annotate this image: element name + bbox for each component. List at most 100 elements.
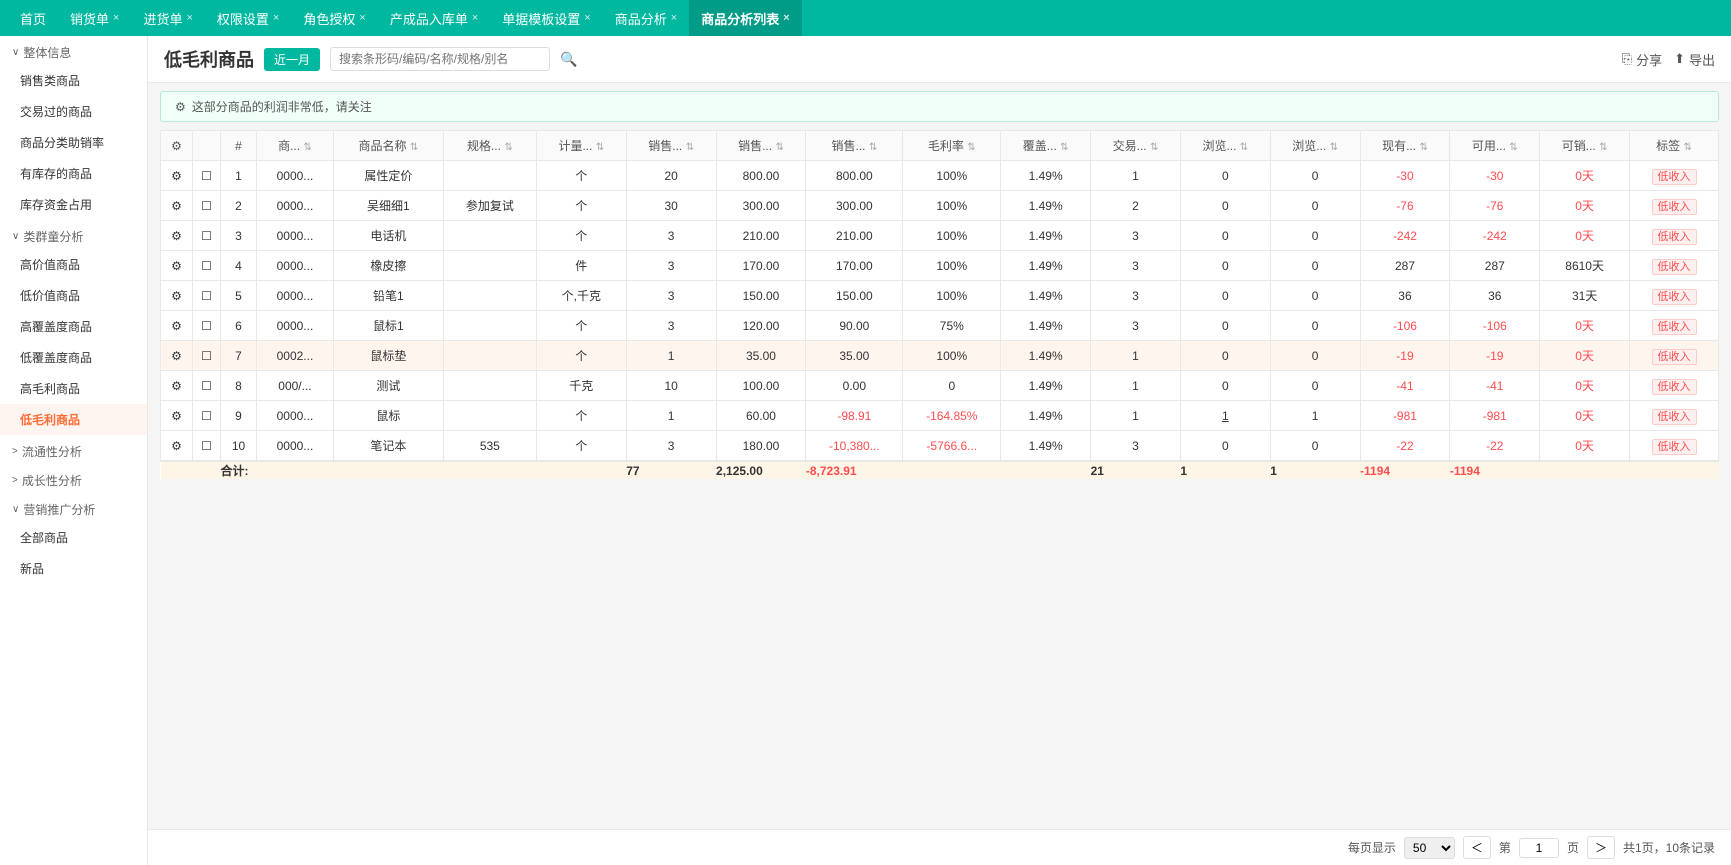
view-link[interactable]: 1 xyxy=(1222,409,1229,423)
nav-item-首页[interactable]: 首页 xyxy=(8,0,58,36)
nav-item-角色授权[interactable]: 角色授权× xyxy=(291,0,377,36)
current-stock: 287 xyxy=(1360,251,1450,281)
nav-item-商品分析列表[interactable]: 商品分析列表× xyxy=(689,0,801,36)
col-header-code[interactable]: 商... ⇅ xyxy=(257,131,334,161)
row-num: 3 xyxy=(221,221,257,251)
sidebar-item-全部商品[interactable]: 全部商品 xyxy=(0,522,147,553)
settings-icon[interactable]: ⚙ xyxy=(161,401,193,431)
view1: 0 xyxy=(1180,191,1270,221)
row-checkbox[interactable]: ☐ xyxy=(193,401,221,431)
sales-amount: 0.00 xyxy=(806,371,903,401)
row-checkbox[interactable]: ☐ xyxy=(193,341,221,371)
row-checkbox[interactable]: ☐ xyxy=(193,221,221,251)
sidebar-item-高毛利商品[interactable]: 高毛利商品 xyxy=(0,373,147,404)
row-checkbox[interactable]: ☐ xyxy=(193,431,221,462)
col-header-sales_price[interactable]: 销售... ⇅ xyxy=(716,131,806,161)
row-checkbox[interactable]: ☐ xyxy=(193,371,221,401)
close-tab-icon[interactable]: × xyxy=(584,12,590,24)
nav-item-进货单[interactable]: 进货单× xyxy=(131,0,204,36)
col-header-coverage[interactable]: 覆盖... ⇅ xyxy=(1001,131,1091,161)
sidebar-item-低毛利商品[interactable]: 低毛利商品 xyxy=(0,404,147,435)
sidebar-group-类群童分析[interactable]: ∨类群童分析 xyxy=(0,220,147,249)
col-header-sales_amount[interactable]: 销售... ⇅ xyxy=(806,131,903,161)
sidebar-group-流通性分析[interactable]: >流通性分析 xyxy=(0,435,147,464)
product-code: 0000... xyxy=(257,161,334,191)
sales-price: 300.00 xyxy=(716,191,806,221)
export-button[interactable]: ⬆ 导出 xyxy=(1674,50,1715,69)
page-number-input[interactable] xyxy=(1519,838,1559,858)
settings-icon[interactable]: ⚙ xyxy=(161,221,193,251)
prev-page-button[interactable]: ＜ xyxy=(1463,836,1491,859)
settings-icon[interactable]: ⚙ xyxy=(161,281,193,311)
close-tab-icon[interactable]: × xyxy=(359,12,365,24)
col-header-current_stock[interactable]: 现有... ⇅ xyxy=(1360,131,1450,161)
settings-icon[interactable]: ⚙ xyxy=(161,161,193,191)
col-header-unit[interactable]: 计量... ⇅ xyxy=(536,131,626,161)
search-icon-button[interactable]: 🔍 xyxy=(560,51,577,68)
sidebar-group-营销推广分析[interactable]: ∨营销推广分析 xyxy=(0,493,147,522)
col-header-view2[interactable]: 浏览... ⇅ xyxy=(1270,131,1360,161)
sidebar-group-整体信息[interactable]: ∨整体信息 xyxy=(0,36,147,65)
col-header-sales_qty[interactable]: 销售... ⇅ xyxy=(626,131,716,161)
settings-icon[interactable]: ⚙ xyxy=(161,191,193,221)
col-header-gross_margin[interactable]: 毛利率 ⇅ xyxy=(903,131,1001,161)
sidebar-group-成长性分析[interactable]: >成长性分析 xyxy=(0,464,147,493)
total-empty-0 xyxy=(161,461,193,479)
nav-item-单据模板设置[interactable]: 单据模板设置× xyxy=(490,0,602,36)
trade-count: 3 xyxy=(1091,221,1181,251)
row-checkbox[interactable]: ☐ xyxy=(193,161,221,191)
sales-amount: 210.00 xyxy=(806,221,903,251)
settings-icon[interactable]: ⚙ xyxy=(161,251,193,281)
export-icon: ⬆ xyxy=(1674,51,1685,67)
content-header: 低毛利商品 近一月 🔍 ⎘ 分享 ⬆ 导出 xyxy=(148,36,1731,83)
close-tab-icon[interactable]: × xyxy=(186,12,192,24)
col-header-sellable[interactable]: 可销... ⇅ xyxy=(1540,131,1630,161)
view1[interactable]: 1 xyxy=(1180,401,1270,431)
close-tab-icon[interactable]: × xyxy=(783,12,789,24)
col-header-view1[interactable]: 浏览... ⇅ xyxy=(1180,131,1270,161)
settings-icon[interactable]: ⚙ xyxy=(161,371,193,401)
next-page-button[interactable]: ＞ xyxy=(1587,836,1615,859)
col-header-tag[interactable]: 标签 ⇅ xyxy=(1630,131,1719,161)
close-tab-icon[interactable]: × xyxy=(671,12,677,24)
sidebar-item-有库存的商品[interactable]: 有库存的商品 xyxy=(0,158,147,189)
product-name: 测试 xyxy=(333,371,443,401)
sidebar-item-销售类商品[interactable]: 销售类商品 xyxy=(0,65,147,96)
nav-item-权限设置[interactable]: 权限设置× xyxy=(205,0,291,36)
col-header-available[interactable]: 可用... ⇅ xyxy=(1450,131,1540,161)
time-filter-button[interactable]: 近一月 xyxy=(264,48,320,71)
sidebar-item-库存资金占用[interactable]: 库存资金占用 xyxy=(0,189,147,220)
trade-count: 1 xyxy=(1091,161,1181,191)
sidebar-item-高价值商品[interactable]: 高价值商品 xyxy=(0,249,147,280)
row-checkbox[interactable]: ☐ xyxy=(193,281,221,311)
sidebar-item-新品[interactable]: 新品 xyxy=(0,553,147,584)
col-header-spec[interactable]: 规格... ⇅ xyxy=(443,131,536,161)
nav-item-商品分析[interactable]: 商品分析× xyxy=(603,0,689,36)
total-empty-5 xyxy=(443,461,536,479)
row-checkbox[interactable]: ☐ xyxy=(193,251,221,281)
col-header-trade_count[interactable]: 交易... ⇅ xyxy=(1091,131,1181,161)
sidebar-item-交易过的商品[interactable]: 交易过的商品 xyxy=(0,96,147,127)
sidebar-item-商品分类助销率[interactable]: 商品分类助销率 xyxy=(0,127,147,158)
row-checkbox[interactable]: ☐ xyxy=(193,311,221,341)
share-button[interactable]: ⎘ 分享 xyxy=(1622,50,1662,69)
trade-count: 3 xyxy=(1091,311,1181,341)
product-spec xyxy=(443,371,536,401)
row-checkbox[interactable]: ☐ xyxy=(193,191,221,221)
settings-icon[interactable]: ⚙ xyxy=(161,311,193,341)
settings-icon[interactable]: ⚙ xyxy=(161,341,193,371)
nav-item-产成品入库单[interactable]: 产成品入库单× xyxy=(378,0,490,36)
col-header-name[interactable]: 商品名称 ⇅ xyxy=(333,131,443,161)
close-tab-icon[interactable]: × xyxy=(472,12,478,24)
nav-item-销货单[interactable]: 销货单× xyxy=(58,0,131,36)
search-input[interactable] xyxy=(330,47,550,71)
total-sales-amount: -8,723.91 xyxy=(806,461,903,479)
page-size-select[interactable]: 102050100 xyxy=(1404,837,1455,859)
close-tab-icon[interactable]: × xyxy=(113,12,119,24)
close-tab-icon[interactable]: × xyxy=(273,12,279,24)
sidebar-item-高覆盖度商品[interactable]: 高覆盖度商品 xyxy=(0,311,147,342)
settings-icon[interactable]: ⚙ xyxy=(161,431,193,462)
sidebar-item-低价值商品[interactable]: 低价值商品 xyxy=(0,280,147,311)
sidebar-item-低覆盖度商品[interactable]: 低覆盖度商品 xyxy=(0,342,147,373)
view1: 0 xyxy=(1180,341,1270,371)
